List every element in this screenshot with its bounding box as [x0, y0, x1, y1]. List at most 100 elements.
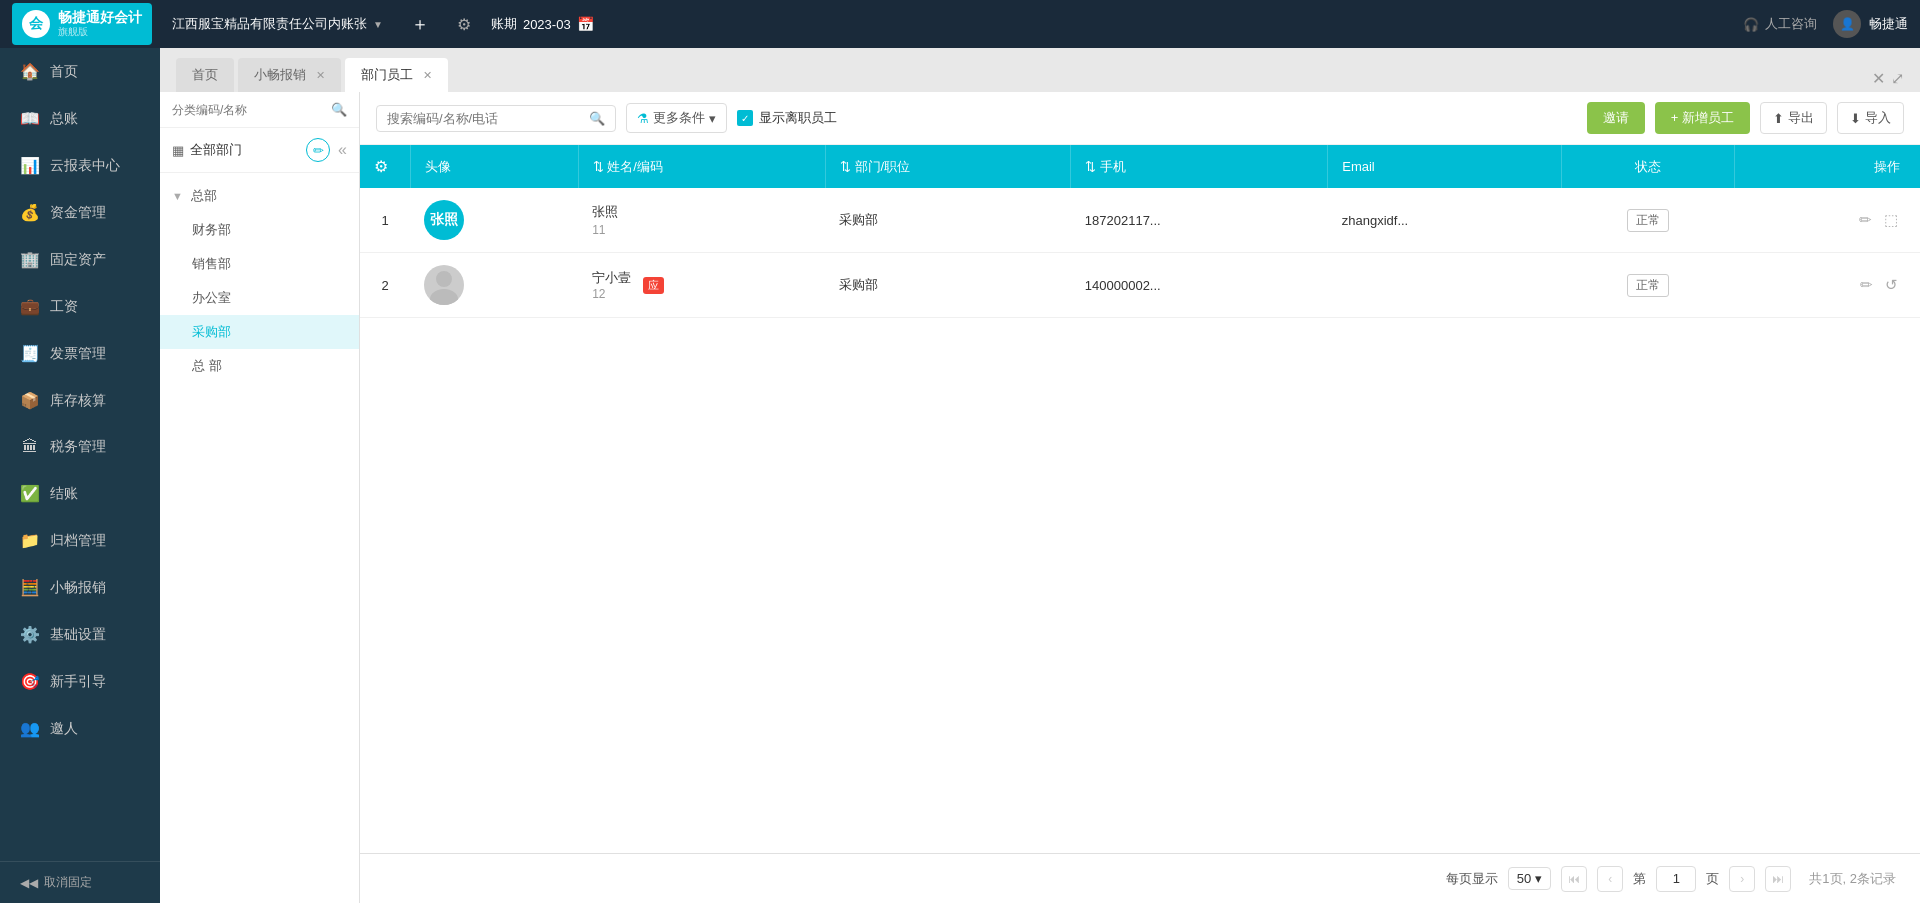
export-button[interactable]: ⬆ 导出: [1760, 102, 1827, 134]
dept-child-general[interactable]: 总 部: [160, 349, 359, 383]
logo-area: 会 畅捷通好会计 旗舰版: [12, 3, 152, 46]
salary-icon: 💼: [20, 297, 40, 316]
reports-icon: 📊: [20, 156, 40, 175]
company-selector[interactable]: 江西服宝精品有限责任公司内账张 ▼: [164, 11, 391, 37]
service-button[interactable]: 🎧 人工咨询: [1743, 15, 1817, 33]
refresh-icon[interactable]: ↺: [1885, 276, 1898, 294]
total-info: 共1页, 2条记录: [1809, 870, 1896, 888]
page-next-button[interactable]: ›: [1729, 866, 1755, 892]
tab-expense-close[interactable]: ✕: [316, 69, 325, 82]
user-name: 畅捷通: [1869, 15, 1908, 33]
header-right: 🎧 人工咨询 👤 畅捷通: [1743, 10, 1908, 38]
page-first-button[interactable]: ⏮: [1561, 866, 1587, 892]
col-dept[interactable]: ⇅ 部门/职位: [825, 145, 1070, 188]
edit-icon[interactable]: ✏: [1859, 211, 1872, 229]
add-tab-button[interactable]: ＋: [403, 8, 437, 40]
archive-icon: 📁: [20, 531, 40, 550]
sidebar-item-archive[interactable]: 📁 归档管理: [0, 517, 160, 564]
add-employee-button[interactable]: + 新增员工: [1655, 102, 1750, 134]
pending-tag: 应: [643, 277, 664, 294]
tab-expense-label: 小畅报销: [254, 66, 306, 84]
sidebar-item-assets[interactable]: 🏢 固定资产: [0, 236, 160, 283]
headset-icon: 🎧: [1743, 17, 1759, 32]
sidebar-item-invoice[interactable]: 🧾 发票管理: [0, 330, 160, 377]
page-label: 页: [1706, 870, 1719, 888]
company-name: 江西服宝精品有限责任公司内账张: [172, 15, 367, 33]
sidebar-label-inventory: 库存核算: [50, 392, 106, 410]
tab-dept-employee[interactable]: 部门员工 ✕: [345, 58, 448, 92]
dept-child-finance[interactable]: 财务部: [160, 213, 359, 247]
page-size-select[interactable]: 50 ▾: [1508, 867, 1551, 890]
page-size-arrow: ▾: [1535, 871, 1542, 886]
sidebar-item-salary[interactable]: 💼 工资: [0, 283, 160, 330]
sidebar-item-guide[interactable]: 🎯 新手引导: [0, 658, 160, 705]
col-settings[interactable]: ⚙: [360, 145, 410, 188]
emp-code: 12: [592, 287, 631, 301]
filter-chevron-icon: ▾: [709, 111, 716, 126]
tab-expand-icon[interactable]: ⤢: [1891, 69, 1904, 88]
dept-child-purchase[interactable]: 采购部: [160, 315, 359, 349]
employee-panel: 🔍 ⚗ 更多条件 ▾ ✓ 显示离职员工 邀请: [360, 92, 1920, 903]
avatar: 张照: [424, 200, 464, 240]
invoice-icon: 🧾: [20, 344, 40, 363]
sidebar-label-reports: 云报表中心: [50, 157, 120, 175]
logout-icon[interactable]: ⬚: [1884, 211, 1898, 229]
dept-edit-button[interactable]: ✏: [306, 138, 330, 162]
settings-icon: ⚙️: [20, 625, 40, 644]
all-depts-label[interactable]: ▦ 全部部门: [172, 141, 242, 159]
employee-search-input[interactable]: [387, 111, 583, 126]
sidebar-item-expense[interactable]: 🧮 小畅报销: [0, 564, 160, 611]
header-settings-button[interactable]: ⚙: [449, 11, 479, 38]
dept-panel: 🔍 ▦ 全部部门 ✏ « ▼: [160, 92, 360, 903]
sidebar-item-tax[interactable]: 🏛 税务管理: [0, 424, 160, 470]
dept-child-sales[interactable]: 销售部: [160, 247, 359, 281]
page-input[interactable]: [1656, 866, 1696, 892]
calendar-icon[interactable]: 📅: [577, 16, 594, 32]
edit-icon[interactable]: ✏: [1860, 276, 1873, 294]
tab-close-all-icon[interactable]: ✕: [1872, 69, 1885, 88]
col-name[interactable]: ⇅ 姓名/编码: [578, 145, 825, 188]
page-last-button[interactable]: ⏭: [1765, 866, 1791, 892]
tab-home[interactable]: 首页: [176, 58, 234, 92]
sidebar-item-funds[interactable]: 💰 资金管理: [0, 189, 160, 236]
col-phone[interactable]: ⇅ 手机: [1071, 145, 1328, 188]
svg-point-1: [430, 289, 458, 305]
row2-status-cell: 正常: [1561, 253, 1734, 318]
show-resigned-checkbox[interactable]: ✓ 显示离职员工: [737, 109, 837, 127]
sidebar-item-settings[interactable]: ⚙️ 基础设置: [0, 611, 160, 658]
row1-email-cell: zhangxidf...: [1328, 188, 1562, 253]
filter-button[interactable]: ⚗ 更多条件 ▾: [626, 103, 727, 133]
unpin-label: 取消固定: [44, 874, 92, 891]
sidebar-item-ledger[interactable]: 📖 总账: [0, 95, 160, 142]
account-period-value: 2023-03: [523, 17, 571, 32]
dept-child-office[interactable]: 办公室: [160, 281, 359, 315]
unpin-button[interactable]: ◀◀ 取消固定: [0, 861, 160, 903]
invite-button[interactable]: 邀请: [1587, 102, 1645, 134]
tab-expense[interactable]: 小畅报销 ✕: [238, 58, 341, 92]
sidebar-label-settings: 基础设置: [50, 626, 106, 644]
sidebar-item-inventory[interactable]: 📦 库存核算: [0, 377, 160, 424]
tab-dept-close[interactable]: ✕: [423, 69, 432, 82]
main-layout: 🏠 首页 📖 总账 📊 云报表中心 💰 资金管理 🏢 固定资产 💼 工资 🧾 发…: [0, 48, 1920, 903]
sidebar-item-invite[interactable]: 👥 邀人: [0, 705, 160, 752]
row2-email-cell: [1328, 253, 1562, 318]
sidebar-item-home[interactable]: 🏠 首页: [0, 48, 160, 95]
emp-code: 11: [592, 223, 811, 237]
avatar: [424, 265, 464, 305]
dept-search-input[interactable]: [172, 103, 325, 117]
table-settings-icon[interactable]: ⚙: [374, 158, 388, 175]
row2-phone-cell: 140000002...: [1071, 253, 1328, 318]
dept-collapse-button[interactable]: «: [338, 141, 347, 159]
home-icon: 🏠: [20, 62, 40, 81]
row1-dept-cell: 采购部: [825, 188, 1070, 253]
sidebar-label-checkout: 结账: [50, 485, 78, 503]
tree-arrow-icon: ▼: [172, 190, 183, 202]
sidebar-item-reports[interactable]: 📊 云报表中心: [0, 142, 160, 189]
employee-table: ⚙ 头像 ⇅ 姓名/编码 ⇅ 部门/职位: [360, 145, 1920, 318]
import-button[interactable]: ⬇ 导入: [1837, 102, 1904, 134]
dept-parent-zongbu: ▼ 总部: [160, 179, 359, 213]
sidebar-item-checkout[interactable]: ✅ 结账: [0, 470, 160, 517]
row2-action-cell: ✏ ↺: [1735, 253, 1921, 318]
page-prev-button[interactable]: ‹: [1597, 866, 1623, 892]
employee-table-body: 1 张照 张照 11: [360, 188, 1920, 318]
